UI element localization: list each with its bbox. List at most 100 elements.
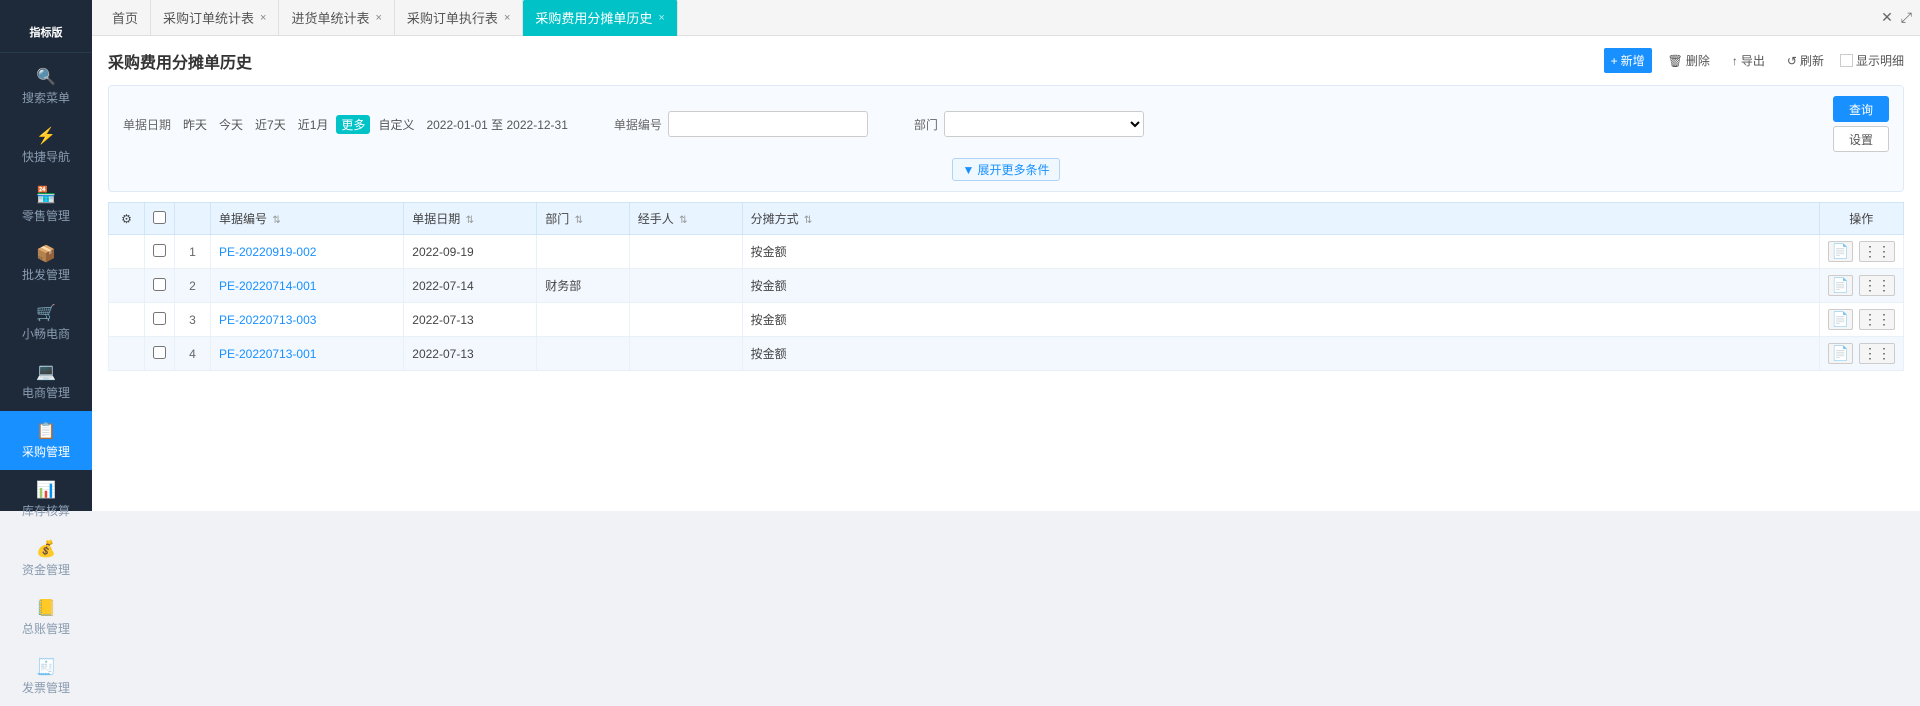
filter-bar: 单据日期 昨天 今天 近7天 近1月 更多 自定义 2022-01-01 至 2… (108, 85, 1904, 192)
cell-date-2: 2022-07-13 (404, 303, 537, 337)
action-more-0[interactable]: ⋮⋮ (1859, 241, 1895, 262)
bill-no-input[interactable] (668, 111, 868, 137)
expand-more-label: 展开更多条件 (977, 161, 1049, 178)
action-more-2[interactable]: ⋮⋮ (1859, 309, 1895, 330)
cell-checkbox-3[interactable] (145, 337, 175, 371)
action-more-3[interactable]: ⋮⋮ (1859, 343, 1895, 364)
tab-expand-icon[interactable]: ⤢ (1901, 9, 1912, 26)
cell-handler-2 (629, 303, 742, 337)
select-all-checkbox[interactable] (153, 211, 166, 224)
sidebar-item-quick-nav[interactable]: ⚡ 快捷导航 (0, 116, 92, 175)
sidebar-item-inventory[interactable]: 📊 库存核算 (0, 470, 92, 529)
sidebar-item-purchase[interactable]: 📋 采购管理 (0, 411, 92, 470)
action-view-0[interactable]: 📄 (1828, 241, 1853, 262)
th-split-method[interactable]: 分摊方式 ⇅ (742, 203, 1819, 235)
sidebar-top: 指标版 (0, 8, 92, 53)
show-cols-checkbox[interactable] (1840, 54, 1853, 67)
inventory-icon: 📊 (4, 480, 88, 500)
cell-checkbox-1[interactable] (145, 269, 175, 303)
show-cols-toggle[interactable]: 显示明细 (1840, 52, 1904, 69)
cell-checkbox-2[interactable] (145, 303, 175, 337)
sidebar-item-search[interactable]: 🔍 搜索菜单 (0, 57, 92, 116)
export-button[interactable]: ↑ 导出 (1726, 49, 1771, 72)
cell-settings-3 (109, 337, 145, 371)
bill-no-link-0[interactable]: PE-20220919-002 (219, 245, 316, 259)
add-label: 新增 (1621, 52, 1645, 69)
refresh-icon: ↺ (1787, 54, 1797, 68)
expand-more-button[interactable]: ▼ 展开更多条件 (952, 158, 1061, 181)
th-split-method-label: 分摊方式 (751, 212, 799, 226)
dept-select[interactable] (944, 111, 1144, 137)
refresh-button[interactable]: ↺ 刷新 (1781, 49, 1830, 72)
bill-no-link-1[interactable]: PE-20220714-001 (219, 279, 316, 293)
sort-icon-date: ⇅ (466, 215, 474, 226)
tab-purchase-goods-stats[interactable]: 进货单统计表 × (279, 0, 394, 36)
finance-icon: 💰 (4, 539, 88, 559)
tab-purchase-order-stats-close[interactable]: × (260, 12, 266, 24)
cell-dept-0 (537, 235, 629, 269)
bill-no-link-2[interactable]: PE-20220713-003 (219, 313, 316, 327)
row-checkbox-0[interactable] (153, 244, 166, 257)
th-checkbox[interactable] (145, 203, 175, 235)
tab-purchase-cost-history[interactable]: 采购费用分摊单历史 × (523, 0, 677, 36)
th-dept[interactable]: 部门 ⇅ (537, 203, 629, 235)
th-bill-no[interactable]: 单据编号 ⇅ (211, 203, 404, 235)
sidebar-item-mini-ecom[interactable]: 🛒 小畅电商 (0, 293, 92, 352)
date-filter-label: 单据日期 (123, 116, 171, 133)
row-checkbox-2[interactable] (153, 312, 166, 325)
tab-purchase-order-exec[interactable]: 采购订单执行表 × (395, 0, 523, 36)
delete-button[interactable]: 🗑 删除 (1662, 49, 1716, 72)
sidebar-item-retail[interactable]: 🏪 零售管理 (0, 175, 92, 234)
action-more-1[interactable]: ⋮⋮ (1859, 275, 1895, 296)
delete-icon: 🗑 (1668, 54, 1683, 68)
table-header-row: ⚙ 单据编号 ⇅ 单据日期 ⇅ 部门 ⇅ (109, 203, 1904, 235)
action-view-2[interactable]: 📄 (1828, 309, 1853, 330)
cell-checkbox-0[interactable] (145, 235, 175, 269)
table-row: 2 PE-20220714-001 2022-07-14 财务部 按金额 📄 ⋮… (109, 269, 1904, 303)
action-view-3[interactable]: 📄 (1828, 343, 1853, 364)
cell-date-1: 2022-07-14 (404, 269, 537, 303)
tab-purchase-order-exec-close[interactable]: × (504, 12, 510, 24)
cell-date-3: 2022-07-13 (404, 337, 537, 371)
date-btn-7days[interactable]: 近7天 (251, 115, 290, 134)
date-btn-today[interactable]: 今天 (215, 115, 247, 134)
tab-home[interactable]: 首页 (100, 0, 151, 36)
sidebar-logo: 指标版 (0, 18, 92, 46)
sidebar-item-wholesale[interactable]: 📦 批发管理 (0, 234, 92, 293)
date-btn-custom[interactable]: 自定义 (374, 115, 418, 134)
sidebar-item-ledger[interactable]: 📒 总账管理 (0, 588, 92, 647)
th-handler[interactable]: 经手人 ⇅ (629, 203, 742, 235)
sidebar-item-invoice[interactable]: 🧾 发票管理 (0, 647, 92, 706)
sidebar-item-label: 零售管理 (22, 209, 70, 223)
cell-no-1: 2 (175, 269, 211, 303)
row-checkbox-1[interactable] (153, 278, 166, 291)
cell-split-method-0: 按金额 (742, 235, 1819, 269)
add-button[interactable]: + 新增 (1604, 48, 1652, 73)
sidebar-item-ecom[interactable]: 💻 电商管理 (0, 352, 92, 411)
row-checkbox-3[interactable] (153, 346, 166, 359)
tab-purchase-cost-history-close[interactable]: × (658, 12, 664, 24)
add-icon: + (1611, 54, 1618, 68)
action-view-1[interactable]: 📄 (1828, 275, 1853, 296)
tab-purchase-goods-stats-close[interactable]: × (375, 12, 381, 24)
date-btn-more[interactable]: 更多 (336, 115, 370, 134)
tab-purchase-order-stats[interactable]: 采购订单统计表 × (151, 0, 279, 36)
cell-date-0: 2022-09-19 (404, 235, 537, 269)
content: 采购费用分摊单历史 + 新增 🗑 删除 ↑ 导出 ↺ 刷新 (92, 36, 1920, 511)
cell-no-0: 1 (175, 235, 211, 269)
date-btn-1month[interactable]: 近1月 (294, 115, 333, 134)
query-button[interactable]: 查询 (1833, 96, 1889, 122)
cell-settings-2 (109, 303, 145, 337)
date-btn-yesterday[interactable]: 昨天 (179, 115, 211, 134)
th-settings[interactable]: ⚙ (109, 203, 145, 235)
dept-label: 部门 (914, 116, 938, 133)
th-handler-label: 经手人 (638, 212, 674, 226)
sidebar-item-finance[interactable]: 💰 资金管理 (0, 529, 92, 588)
tab-close-all-icon[interactable]: ✕ (1881, 9, 1893, 26)
cell-handler-0 (629, 235, 742, 269)
th-date[interactable]: 单据日期 ⇅ (404, 203, 537, 235)
setting-button[interactable]: 设置 (1833, 126, 1889, 152)
table-body: 1 PE-20220919-002 2022-09-19 按金额 📄 ⋮⋮ 2 … (109, 235, 1904, 371)
bill-no-link-3[interactable]: PE-20220713-001 (219, 347, 316, 361)
tab-bar: 首页 采购订单统计表 × 进货单统计表 × 采购订单执行表 × 采购费用分摊单历… (92, 0, 1920, 36)
